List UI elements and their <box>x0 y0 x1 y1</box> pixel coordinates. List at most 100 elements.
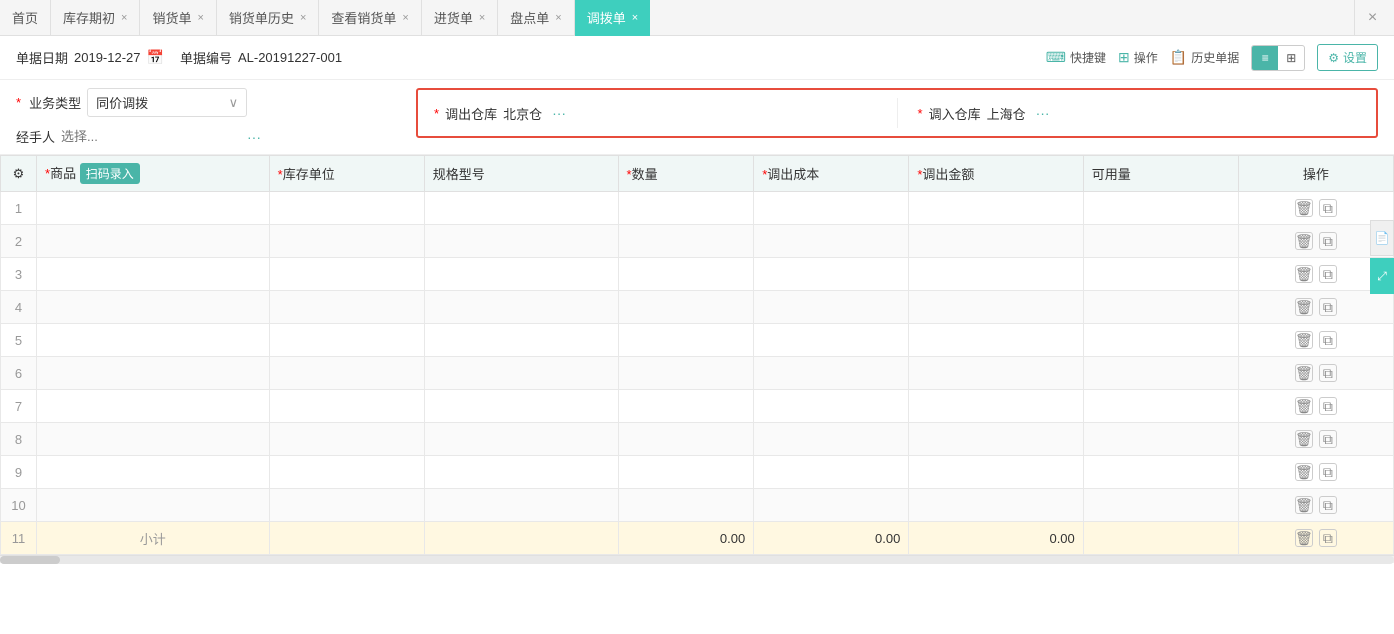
delete-icon[interactable]: 🗑 <box>1295 265 1313 283</box>
cell-cost[interactable] <box>754 423 909 456</box>
cell-goods[interactable] <box>37 456 270 489</box>
copy-icon[interactable]: ⧉ <box>1319 397 1337 415</box>
tab-close-sales-history[interactable]: × <box>300 12 306 24</box>
operation-button[interactable]: ⊞ 操作 <box>1118 49 1158 66</box>
cell-goods[interactable] <box>37 390 270 423</box>
copy-icon[interactable]: ⧉ <box>1319 232 1337 250</box>
tab-inventory-init[interactable]: 库存期初 × <box>51 0 140 36</box>
cell-amount[interactable] <box>909 456 1083 489</box>
cell-unit[interactable] <box>269 258 424 291</box>
cell-qty[interactable] <box>618 390 754 423</box>
copy-icon[interactable]: ⧉ <box>1319 298 1337 316</box>
scroll-thumb[interactable] <box>0 556 60 564</box>
cell-qty[interactable] <box>618 456 754 489</box>
cell-qty[interactable] <box>618 357 754 390</box>
cell-unit[interactable] <box>269 423 424 456</box>
tab-home[interactable]: 首页 <box>4 0 51 36</box>
copy-icon[interactable]: ⧉ <box>1319 430 1337 448</box>
cell-qty[interactable] <box>618 258 754 291</box>
out-warehouse-more-icon[interactable]: ··· <box>552 105 566 121</box>
cell-qty[interactable] <box>618 291 754 324</box>
cell-goods[interactable] <box>37 192 270 225</box>
tab-stocktake[interactable]: 盘点单 × <box>498 0 574 36</box>
tab-close-inventory-init[interactable]: × <box>121 12 127 24</box>
in-warehouse-more-icon[interactable]: ··· <box>1036 105 1050 121</box>
cell-amount[interactable] <box>909 357 1083 390</box>
col-gear[interactable]: ⚙ <box>1 156 37 192</box>
setting-button[interactable]: ⚙ 设置 <box>1317 44 1378 71</box>
cell-cost[interactable] <box>754 324 909 357</box>
cell-cost[interactable] <box>754 357 909 390</box>
float-doc-button[interactable]: 📄 <box>1370 220 1394 256</box>
cell-amount[interactable] <box>909 423 1083 456</box>
cell-goods[interactable] <box>37 357 270 390</box>
view-grid-button[interactable]: ⊞ <box>1278 46 1304 70</box>
cell-goods[interactable] <box>37 291 270 324</box>
cell-amount[interactable] <box>909 489 1083 522</box>
cell-amount[interactable] <box>909 324 1083 357</box>
tab-view-sales[interactable]: 查看销货单 × <box>319 0 421 36</box>
cell-spec[interactable] <box>424 456 618 489</box>
cell-spec[interactable] <box>424 192 618 225</box>
cell-goods[interactable] <box>37 225 270 258</box>
cell-goods[interactable] <box>37 324 270 357</box>
handler-more-icon[interactable]: ··· <box>247 129 261 145</box>
cell-qty[interactable] <box>618 489 754 522</box>
delete-icon[interactable]: 🗑 <box>1295 199 1313 217</box>
view-list-button[interactable]: ≡ <box>1252 46 1278 70</box>
copy-icon[interactable]: ⧉ <box>1319 364 1337 382</box>
copy-icon[interactable]: ⧉ <box>1319 463 1337 481</box>
cell-unit[interactable] <box>269 357 424 390</box>
copy-icon[interactable]: ⧉ <box>1319 265 1337 283</box>
tab-close-stocktake[interactable]: × <box>555 12 561 24</box>
cell-spec[interactable] <box>424 390 618 423</box>
cell-cost[interactable] <box>754 192 909 225</box>
cell-goods[interactable] <box>37 489 270 522</box>
cell-qty[interactable] <box>618 324 754 357</box>
calendar-icon[interactable]: 📅 <box>147 49 164 66</box>
cell-unit[interactable] <box>269 390 424 423</box>
cell-qty[interactable] <box>618 225 754 258</box>
shortcut-button[interactable]: ⌨ 快捷键 <box>1046 49 1106 66</box>
cell-spec[interactable] <box>424 357 618 390</box>
cell-cost[interactable] <box>754 225 909 258</box>
cell-amount[interactable] <box>909 258 1083 291</box>
delete-icon[interactable]: 🗑 <box>1295 364 1313 382</box>
cell-unit[interactable] <box>269 489 424 522</box>
cell-unit[interactable] <box>269 324 424 357</box>
copy-icon[interactable]: ⧉ <box>1319 529 1337 547</box>
tab-close-sales-order[interactable]: × <box>197 12 203 24</box>
business-type-select[interactable]: 同价调拨 ∨ <box>87 88 247 117</box>
tab-sales-history[interactable]: 销货单历史 × <box>217 0 319 36</box>
copy-icon[interactable]: ⧉ <box>1319 331 1337 349</box>
copy-icon[interactable]: ⧉ <box>1319 496 1337 514</box>
delete-icon[interactable]: 🗑 <box>1295 397 1313 415</box>
delete-icon[interactable]: 🗑 <box>1295 529 1313 547</box>
cell-amount[interactable] <box>909 390 1083 423</box>
cell-amount[interactable] <box>909 192 1083 225</box>
tab-purchase[interactable]: 进货单 × <box>422 0 498 36</box>
cell-unit[interactable] <box>269 225 424 258</box>
copy-icon[interactable]: ⧉ <box>1319 199 1337 217</box>
cell-spec[interactable] <box>424 225 618 258</box>
out-warehouse-value[interactable]: 北京仓 <box>503 104 542 123</box>
cell-spec[interactable] <box>424 423 618 456</box>
float-expand-button[interactable]: ⤢ <box>1370 258 1394 294</box>
cell-unit[interactable] <box>269 192 424 225</box>
cell-goods[interactable] <box>37 258 270 291</box>
cell-cost[interactable] <box>754 390 909 423</box>
delete-icon[interactable]: 🗑 <box>1295 496 1313 514</box>
in-warehouse-value[interactable]: 上海仓 <box>987 104 1026 123</box>
cell-amount[interactable] <box>909 225 1083 258</box>
delete-icon[interactable]: 🗑 <box>1295 331 1313 349</box>
delete-icon[interactable]: 🗑 <box>1295 232 1313 250</box>
window-close-button[interactable]: × <box>1354 0 1390 36</box>
tab-sales-order[interactable]: 销货单 × <box>140 0 216 36</box>
handler-input[interactable] <box>61 129 237 144</box>
cell-goods[interactable] <box>37 423 270 456</box>
cell-qty[interactable] <box>618 192 754 225</box>
cell-cost[interactable] <box>754 489 909 522</box>
horizontal-scrollbar[interactable] <box>0 555 1394 563</box>
cell-qty[interactable] <box>618 423 754 456</box>
delete-icon[interactable]: 🗑 <box>1295 430 1313 448</box>
